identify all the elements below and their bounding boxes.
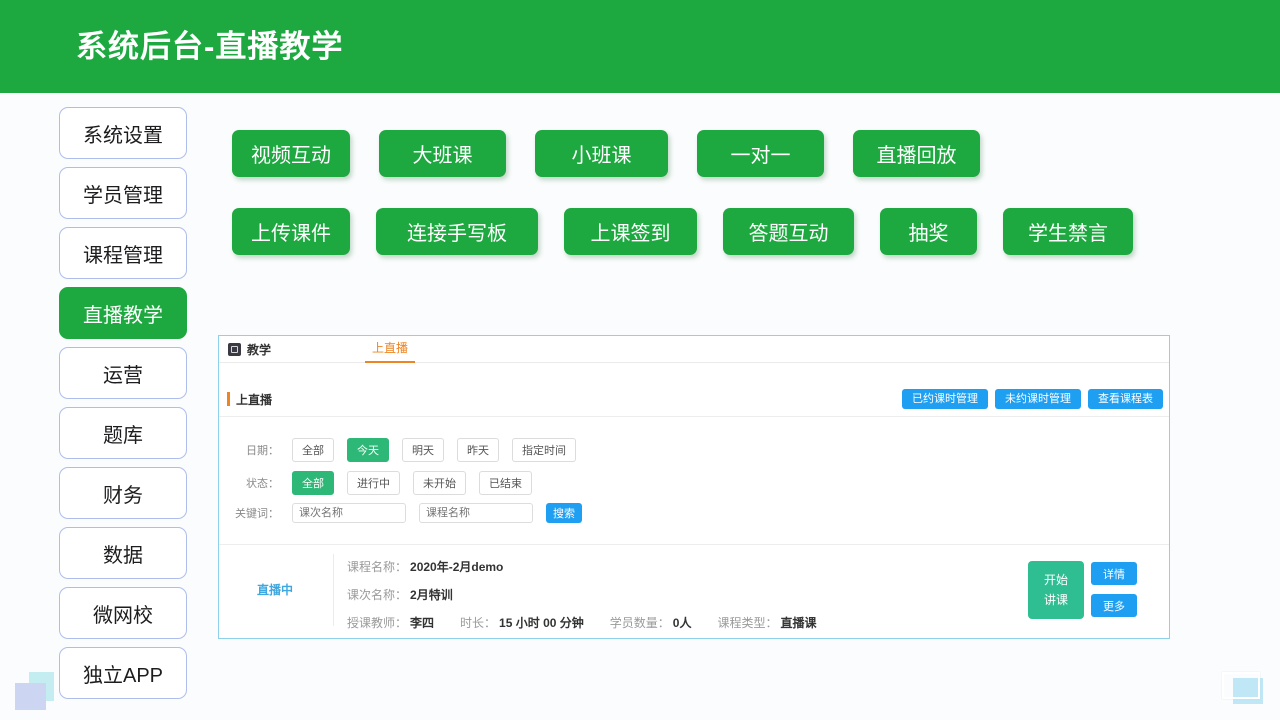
view-schedule-button[interactable]: 查看课程表 bbox=[1088, 389, 1163, 409]
row-divider bbox=[333, 554, 334, 626]
section-title: 上直播 bbox=[236, 391, 272, 408]
sidebar-item-standalone-app[interactable]: 独立APP bbox=[59, 647, 187, 699]
duration-label: 时长： bbox=[460, 614, 496, 631]
course-name-line: 课程名称： 2020年-2月demo bbox=[347, 558, 816, 575]
sidebar-item-student-management[interactable]: 学员管理 bbox=[59, 167, 187, 219]
start-teaching-line1: 开始 bbox=[1044, 573, 1068, 587]
class-meta-line: 授课教师： 李四 时长： 15 小时 00 分钟 学员数量： 0人 课程类型： … bbox=[347, 614, 816, 631]
unbooked-lessons-button[interactable]: 未约课时管理 bbox=[995, 389, 1081, 409]
page-header: 系统后台-直播教学 bbox=[0, 0, 1280, 93]
keyword-filter-row: 关键词： 搜索 bbox=[219, 503, 582, 523]
booked-lessons-button[interactable]: 已约课时管理 bbox=[902, 389, 988, 409]
start-teaching-button[interactable]: 开始 讲课 bbox=[1028, 561, 1084, 619]
section-accent-bar bbox=[227, 392, 230, 406]
feature-connect-tablet[interactable]: 连接手写板 bbox=[376, 208, 538, 255]
course-name-value: 2020年-2月demo bbox=[410, 558, 503, 575]
panel-topbar: 教学 bbox=[219, 336, 1169, 363]
course-name-input[interactable] bbox=[419, 503, 533, 523]
start-teaching-line2: 讲课 bbox=[1044, 593, 1068, 607]
lesson-name-line: 课次名称： 2月特训 bbox=[347, 586, 816, 603]
date-chip-tomorrow[interactable]: 明天 bbox=[402, 438, 444, 462]
date-filter-label: 日期： bbox=[219, 442, 279, 458]
status-chip-ended[interactable]: 已结束 bbox=[479, 471, 532, 495]
course-type-label: 课程类型： bbox=[717, 614, 777, 631]
keyword-filter-label: 关键词： bbox=[219, 505, 279, 521]
lesson-name-label: 课次名称： bbox=[347, 586, 407, 603]
lesson-name-value: 2月特训 bbox=[410, 586, 453, 603]
status-chip-in-progress[interactable]: 进行中 bbox=[347, 471, 400, 495]
lesson-name-input[interactable] bbox=[292, 503, 406, 523]
section-separator bbox=[219, 416, 1169, 417]
section-header: 上直播 已约课时管理 未约课时管理 查看课程表 bbox=[227, 388, 1163, 410]
feature-quiz-interaction[interactable]: 答题互动 bbox=[723, 208, 854, 255]
feature-small-class[interactable]: 小班课 bbox=[535, 130, 668, 177]
status-chip-all[interactable]: 全部 bbox=[292, 471, 334, 495]
status-filter-label: 状态： bbox=[219, 475, 279, 491]
sidebar-item-operations[interactable]: 运营 bbox=[59, 347, 187, 399]
date-chip-today[interactable]: 今天 bbox=[347, 438, 389, 462]
course-type-value: 直播课 bbox=[780, 614, 816, 631]
page-title: 系统后台-直播教学 bbox=[76, 0, 343, 93]
feature-mute-students[interactable]: 学生禁言 bbox=[1003, 208, 1133, 255]
students-label: 学员数量： bbox=[610, 614, 670, 631]
sidebar-item-course-management[interactable]: 课程管理 bbox=[59, 227, 187, 279]
date-chip-custom[interactable]: 指定时间 bbox=[512, 438, 576, 462]
feature-class-checkin[interactable]: 上课签到 bbox=[564, 208, 697, 255]
feature-lottery[interactable]: 抽奖 bbox=[880, 208, 977, 255]
class-row-details: 课程名称： 2020年-2月demo 课次名称： 2月特训 授课教师： 李四 时… bbox=[347, 558, 816, 631]
search-button[interactable]: 搜索 bbox=[546, 503, 582, 523]
more-button[interactable]: 更多 bbox=[1091, 594, 1137, 617]
feature-one-on-one[interactable]: 一对一 bbox=[697, 130, 824, 177]
sidebar-item-data[interactable]: 数据 bbox=[59, 527, 187, 579]
status-chip-not-started[interactable]: 未开始 bbox=[413, 471, 466, 495]
feature-live-replay[interactable]: 直播回放 bbox=[853, 130, 980, 177]
list-separator bbox=[219, 544, 1169, 545]
status-filter-row: 状态： 全部 进行中 未开始 已结束 bbox=[219, 471, 532, 495]
sidebar-item-finance[interactable]: 财务 bbox=[59, 467, 187, 519]
feature-video-interaction[interactable]: 视频互动 bbox=[232, 130, 350, 177]
feature-row-2: 上传课件 连接手写板 上课签到 答题互动 抽奖 学生禁言 bbox=[232, 208, 1133, 255]
course-name-label: 课程名称： bbox=[347, 558, 407, 575]
page: 系统后台-直播教学 系统设置 学员管理 课程管理 直播教学 运营 题库 财务 数… bbox=[0, 0, 1280, 720]
teaching-app-icon bbox=[228, 343, 241, 356]
bottom-right-outline-square bbox=[1222, 672, 1260, 699]
date-filter-row: 日期： 全部 今天 明天 昨天 指定时间 bbox=[219, 438, 576, 462]
live-admin-panel: 教学 上直播 上直播 已约课时管理 未约课时管理 查看课程表 日期： 全部 今天… bbox=[218, 335, 1170, 639]
teacher-value: 李四 bbox=[410, 614, 434, 631]
date-chip-all[interactable]: 全部 bbox=[292, 438, 334, 462]
sidebar: 系统设置 学员管理 课程管理 直播教学 运营 题库 财务 数据 微网校 独立AP… bbox=[59, 107, 187, 707]
sidebar-item-live-teaching[interactable]: 直播教学 bbox=[59, 287, 187, 339]
feature-row-1: 视频互动 大班课 小班课 一对一 直播回放 bbox=[232, 130, 980, 177]
students-value: 0人 bbox=[673, 614, 692, 631]
date-chip-yesterday[interactable]: 昨天 bbox=[457, 438, 499, 462]
tab-go-live[interactable]: 上直播 bbox=[365, 336, 415, 363]
sidebar-item-question-bank[interactable]: 题库 bbox=[59, 407, 187, 459]
feature-large-class[interactable]: 大班课 bbox=[379, 130, 506, 177]
detail-button[interactable]: 详情 bbox=[1091, 562, 1137, 585]
feature-upload-courseware[interactable]: 上传课件 bbox=[232, 208, 350, 255]
status-badge: 直播中 bbox=[257, 581, 293, 598]
bottom-left-lavender-square bbox=[15, 683, 46, 710]
teacher-label: 授课教师： bbox=[347, 614, 407, 631]
duration-value: 15 小时 00 分钟 bbox=[499, 614, 584, 631]
app-label: 教学 bbox=[247, 341, 271, 358]
sidebar-item-system-settings[interactable]: 系统设置 bbox=[59, 107, 187, 159]
sidebar-item-micro-school[interactable]: 微网校 bbox=[59, 587, 187, 639]
